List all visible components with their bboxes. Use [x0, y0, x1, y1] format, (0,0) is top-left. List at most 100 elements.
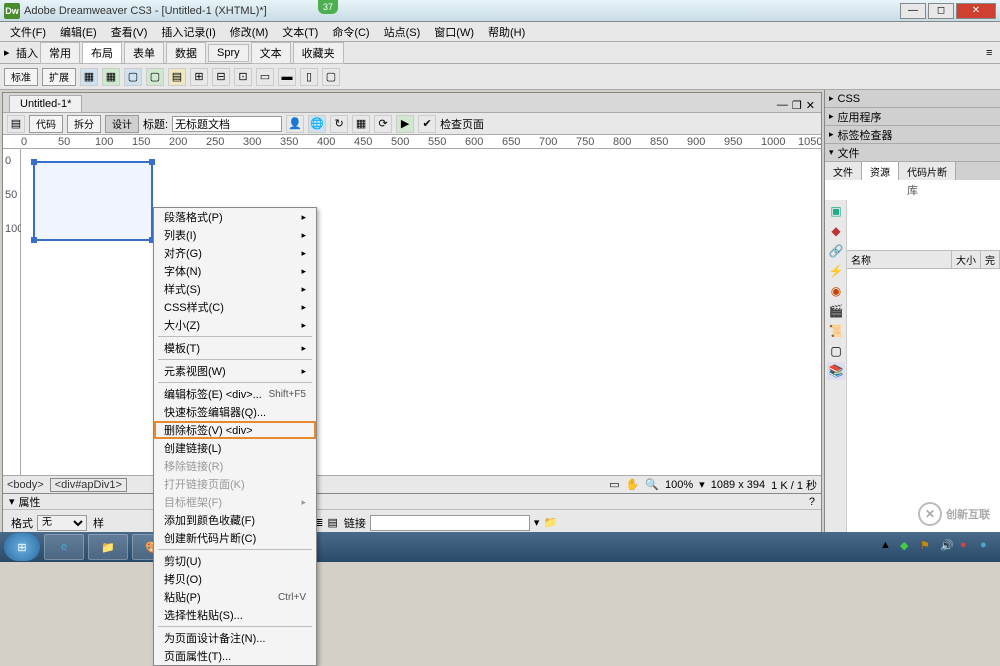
context-menu-item[interactable]: 列表(I)▸	[154, 226, 316, 244]
menu-modify[interactable]: 修改(M)	[224, 22, 275, 42]
menu-edit[interactable]: 编辑(E)	[54, 22, 103, 42]
toolbar-icon-1[interactable]: 👤	[286, 115, 304, 133]
tray-icon-3[interactable]: ⚑	[920, 539, 936, 555]
tray-icon-2[interactable]: ◆	[900, 539, 916, 555]
urls-category-icon[interactable]: 🔗	[827, 242, 845, 260]
context-menu-item[interactable]: 为页面设计备注(N)...	[154, 629, 316, 647]
validate-icon[interactable]: ▶	[396, 115, 414, 133]
design-view-button[interactable]: 设计	[105, 115, 139, 133]
context-menu-item[interactable]: 模板(T)▸	[154, 339, 316, 357]
assets-tab[interactable]: 资源	[862, 162, 899, 180]
split-view-button[interactable]: 拆分	[67, 115, 101, 133]
shockwave-category-icon[interactable]: ◉	[827, 282, 845, 300]
app-panel-header[interactable]: ▸应用程序	[825, 108, 1000, 126]
related-files-icon[interactable]: ▤	[7, 115, 25, 133]
insert-tab-text[interactable]: 文本	[251, 42, 291, 64]
menu-file[interactable]: 文件(F)	[4, 22, 52, 42]
link-dropdown-icon[interactable]: ▾	[534, 516, 540, 529]
zoom-value[interactable]: 100%	[665, 479, 693, 491]
zoom-tool-icon[interactable]: 🔍	[645, 478, 659, 491]
minimize-button[interactable]: —	[900, 3, 926, 19]
layout-icon-8[interactable]: ⊡	[234, 68, 252, 86]
layout-icon-4[interactable]: ▢	[146, 68, 164, 86]
doc-restore-icon[interactable]: ❐	[792, 99, 802, 112]
globe-icon[interactable]: 🌐	[308, 115, 326, 133]
context-menu-item[interactable]: 拷贝(O)	[154, 570, 316, 588]
context-menu-item[interactable]: 快速标签编辑器(Q)...	[154, 403, 316, 421]
insert-collapse-icon[interactable]: ▸	[4, 46, 14, 59]
task-explorer-icon[interactable]: 📁	[88, 534, 128, 560]
scripts-category-icon[interactable]: 📜	[827, 322, 845, 340]
close-button[interactable]: ✕	[956, 3, 996, 19]
folder-icon[interactable]: 📁	[543, 516, 557, 529]
selected-apdiv[interactable]	[33, 161, 153, 241]
context-menu-item[interactable]: 编辑标签(E) <div>...Shift+F5	[154, 385, 316, 403]
expanded-mode-button[interactable]: 扩展	[42, 68, 76, 86]
maximize-button[interactable]: ◻	[928, 3, 954, 19]
menu-window[interactable]: 窗口(W)	[428, 22, 480, 42]
breadcrumb-div[interactable]: <div#apDiv1>	[50, 478, 127, 492]
chevron-down-icon[interactable]: ▾	[9, 495, 15, 508]
menu-insert[interactable]: 插入记录(I)	[155, 22, 221, 42]
size-column[interactable]: 大小	[952, 251, 981, 268]
format-select[interactable]: 无	[37, 515, 87, 531]
insert-tab-favorites[interactable]: 收藏夹	[293, 42, 344, 64]
context-menu-item[interactable]: 页面属性(T)...	[154, 647, 316, 665]
name-column[interactable]: 名称	[847, 251, 952, 268]
context-menu-item[interactable]: 粘贴(P)Ctrl+V	[154, 588, 316, 606]
zoom-dropdown-icon[interactable]: ▾	[699, 478, 705, 491]
align-justify-icon[interactable]: ▤	[328, 516, 338, 529]
layout-icon-2[interactable]: ▦	[102, 68, 120, 86]
library-category-icon[interactable]: 📚	[827, 362, 845, 380]
hand-tool-icon[interactable]: ✋	[626, 478, 640, 491]
document-tab[interactable]: Untitled-1*	[9, 95, 82, 112]
toolbar-icon-4[interactable]: ⟳	[374, 115, 392, 133]
files-tab[interactable]: 文件	[825, 162, 862, 180]
insert-expand-icon[interactable]: ≡	[986, 47, 996, 59]
menu-commands[interactable]: 命令(C)	[326, 22, 375, 42]
code-view-button[interactable]: 代码	[29, 115, 63, 133]
snippets-tab[interactable]: 代码片断	[899, 162, 956, 180]
breadcrumb-body[interactable]: <body>	[7, 479, 44, 491]
layout-icon-10[interactable]: ▬	[278, 68, 296, 86]
start-button[interactable]: ⊞	[4, 533, 40, 561]
insert-tab-data[interactable]: 数据	[166, 42, 206, 64]
layout-icon-1[interactable]: ▦	[80, 68, 98, 86]
full-column[interactable]: 完	[981, 251, 1000, 268]
title-input[interactable]	[172, 116, 282, 132]
movies-category-icon[interactable]: 🎬	[827, 302, 845, 320]
images-category-icon[interactable]: ▣	[827, 202, 845, 220]
context-menu-item[interactable]: 元素视图(W)▸	[154, 362, 316, 380]
insert-tab-common[interactable]: 常用	[40, 42, 80, 64]
context-menu-item[interactable]: 剪切(U)	[154, 552, 316, 570]
insert-tab-layout[interactable]: 布局	[82, 42, 122, 64]
layout-icon-6[interactable]: ⊞	[190, 68, 208, 86]
menu-view[interactable]: 查看(V)	[105, 22, 154, 42]
layout-icon-11[interactable]: ▯	[300, 68, 318, 86]
context-menu-item[interactable]: 对齐(G)▸	[154, 244, 316, 262]
properties-header[interactable]: ▾ 属性 ?	[3, 494, 821, 510]
templates-category-icon[interactable]: ▢	[827, 342, 845, 360]
check-page-label[interactable]: 检查页面	[440, 116, 484, 132]
context-menu-item[interactable]: 字体(N)▸	[154, 262, 316, 280]
css-panel-header[interactable]: ▸CSS	[825, 90, 1000, 108]
layout-icon-7[interactable]: ⊟	[212, 68, 230, 86]
doc-close-icon[interactable]: ✕	[806, 99, 815, 112]
tray-icon-6[interactable]: ●	[980, 539, 996, 555]
tag-panel-header[interactable]: ▸标签检查器	[825, 126, 1000, 144]
tray-icon-4[interactable]: 🔊	[940, 539, 956, 555]
layout-icon-5[interactable]: ▤	[168, 68, 186, 86]
tray-icon-1[interactable]: ▲	[880, 539, 896, 555]
context-menu-item[interactable]: 选择性粘贴(S)...	[154, 606, 316, 624]
menu-text[interactable]: 文本(T)	[276, 22, 324, 42]
context-menu-item[interactable]: 删除标签(V) <div>	[154, 421, 316, 439]
context-menu-item[interactable]: 样式(S)▸	[154, 280, 316, 298]
layout-icon-9[interactable]: ▭	[256, 68, 274, 86]
context-menu-item[interactable]: 创建新代码片断(C)	[154, 529, 316, 547]
task-ie-icon[interactable]: e	[44, 534, 84, 560]
check-icon[interactable]: ✔	[418, 115, 436, 133]
files-panel-header[interactable]: ▾文件	[825, 144, 1000, 162]
context-menu-item[interactable]: 大小(Z)▸	[154, 316, 316, 334]
doc-minimize-icon[interactable]: —	[777, 99, 788, 112]
menu-site[interactable]: 站点(S)	[378, 22, 427, 42]
